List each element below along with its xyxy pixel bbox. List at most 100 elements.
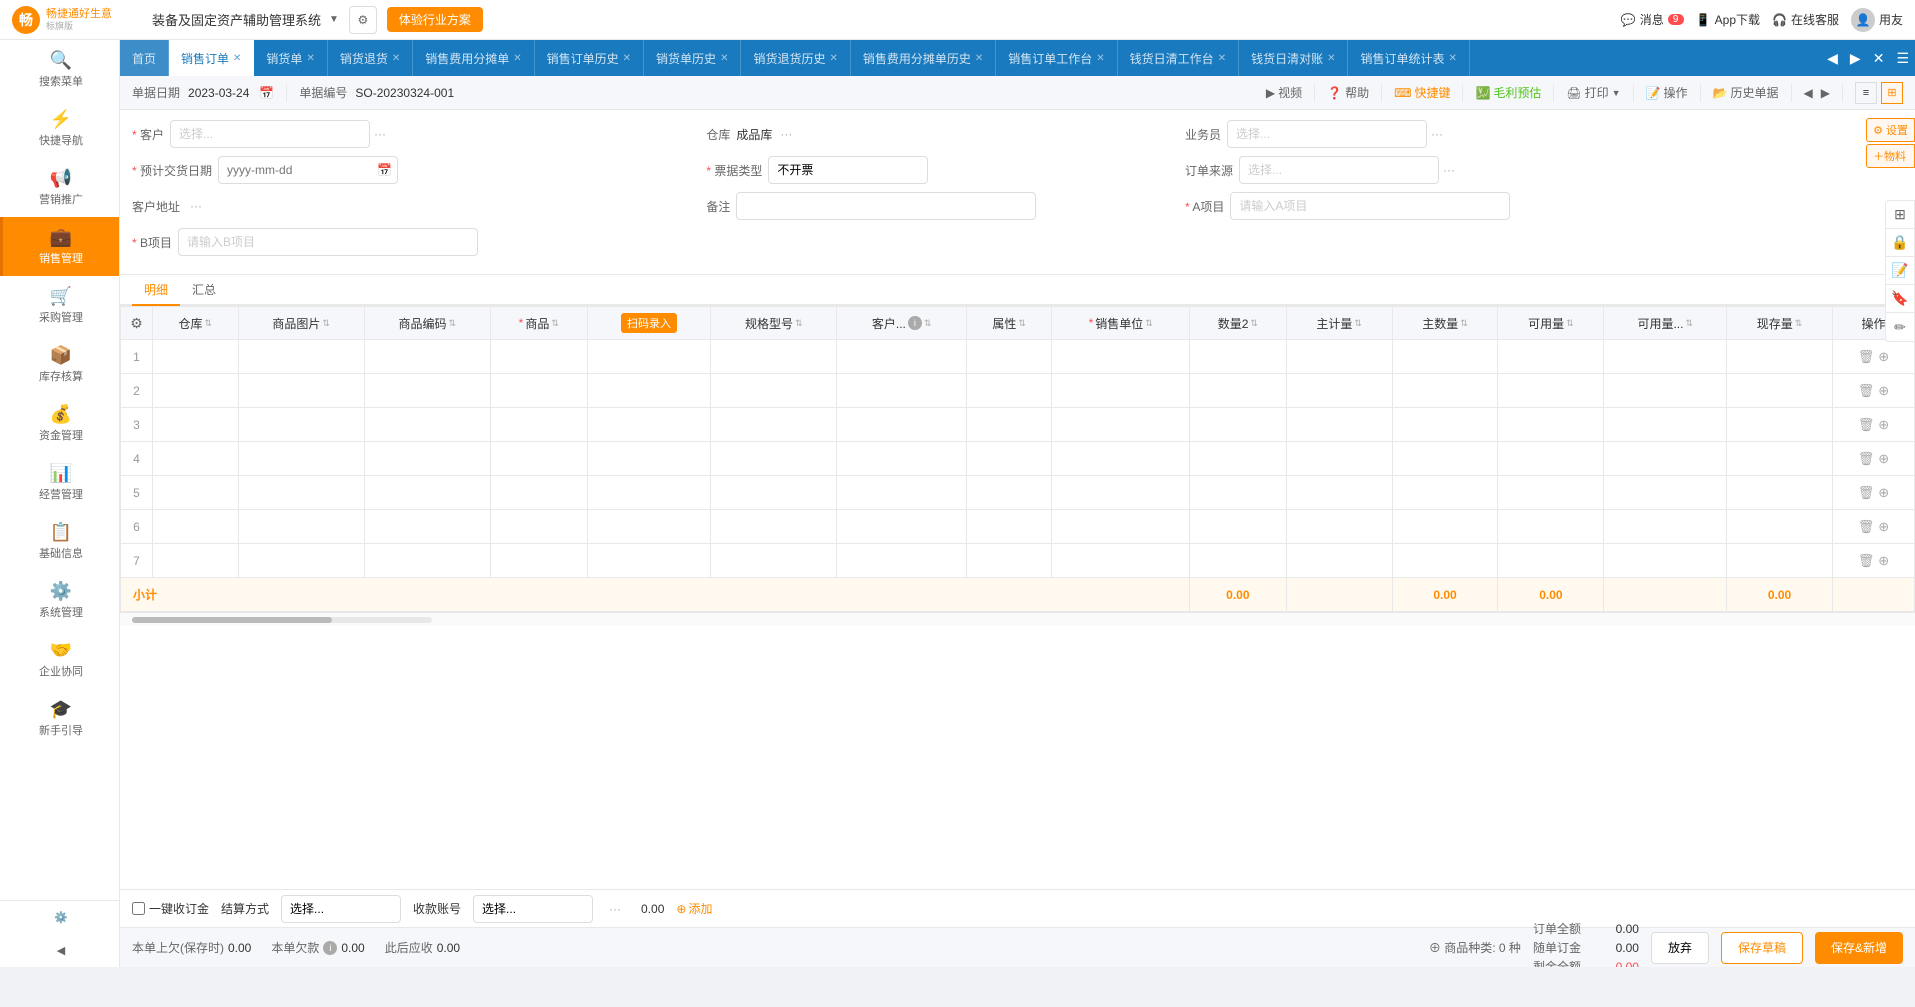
row-7-delete-icon[interactable]: 🗑 <box>1858 553 1875 569</box>
table-scrollbar[interactable] <box>120 612 1915 626</box>
message-btn[interactable]: 💬 消息 9 <box>1621 11 1684 28</box>
tab-close-sales-goods[interactable]: ✕ <box>306 53 314 64</box>
customer-input[interactable] <box>170 120 370 148</box>
save-new-btn[interactable]: 保存&新增 <box>1815 932 1903 964</box>
account-more-btn[interactable]: ··· <box>609 902 621 916</box>
settings-gear-btn[interactable]: ⚙ <box>349 6 377 34</box>
row-3-copy-icon[interactable]: ⊕ <box>1878 417 1889 433</box>
order-source-more-btn[interactable]: ··· <box>1443 163 1455 177</box>
system-dropdown[interactable]: ▼ <box>329 14 339 25</box>
shortcut-btn[interactable]: ⌨ 快捷键 <box>1394 84 1450 101</box>
salesperson-more-btn[interactable]: ··· <box>1431 127 1443 141</box>
tab-cash-workbench[interactable]: 钱货日清工作台 ✕ <box>1118 40 1239 76</box>
detail-tab-mingxi[interactable]: 明细 <box>132 275 180 306</box>
sidebar-item-sales[interactable]: 💼 销售管理 <box>0 217 119 276</box>
invoice-select[interactable]: 不开票 <box>768 156 928 184</box>
tab-close-cash-reconcile[interactable]: ✕ <box>1327 53 1335 64</box>
delivery-date-input[interactable] <box>218 156 398 184</box>
this-debt-info-icon[interactable]: i <box>323 941 337 955</box>
customer-more-btn[interactable]: ··· <box>374 127 386 141</box>
tab-prev-btn[interactable]: ◀ <box>1821 40 1844 76</box>
scan-btn[interactable]: 扫码录入 <box>621 313 677 333</box>
app-download-btn[interactable]: 📱 App下载 <box>1696 11 1760 28</box>
row-2-delete-icon[interactable]: 🗑 <box>1858 383 1875 399</box>
tab-menu-btn[interactable]: ☰ <box>1890 40 1915 76</box>
note-input[interactable] <box>736 192 1036 220</box>
right-icon-2[interactable]: 🔒 <box>1886 229 1914 257</box>
tab-order-workbench[interactable]: 销售订单工作台 ✕ <box>996 40 1117 76</box>
sidebar-item-finance[interactable]: 💰 资金管理 <box>0 394 119 453</box>
account-select[interactable]: 选择... <box>473 895 593 923</box>
row-4-delete-icon[interactable]: 🗑 <box>1858 451 1875 467</box>
video-btn[interactable]: ▶ 视频 <box>1266 84 1302 101</box>
view-list-btn[interactable]: ≡ <box>1855 82 1877 104</box>
a-project-input[interactable] <box>1230 192 1510 220</box>
tab-return-history[interactable]: 销货退货历史 ✕ <box>741 40 850 76</box>
detail-tab-huizong[interactable]: 汇总 <box>180 275 228 306</box>
sidebar-collapse-btn[interactable]: ◀ <box>0 934 119 967</box>
row-3-delete-icon[interactable]: 🗑 <box>1858 417 1875 433</box>
salesperson-input[interactable] <box>1227 120 1427 148</box>
tab-sales-goods[interactable]: 销货单 ✕ <box>254 40 327 76</box>
row-1-copy-icon[interactable]: ⊕ <box>1878 349 1889 365</box>
row-6-copy-icon[interactable]: ⊕ <box>1878 519 1889 535</box>
scrollbar-thumb[interactable] <box>132 617 332 623</box>
add-payment-btn[interactable]: ⊕ 添加 <box>676 900 712 917</box>
order-source-input[interactable] <box>1239 156 1439 184</box>
tab-close-order-workbench[interactable]: ✕ <box>1096 53 1104 64</box>
sidebar-item-enterprise[interactable]: 🤝 企业协同 <box>0 630 119 689</box>
payment-method-field[interactable]: 选择... <box>281 895 401 923</box>
row-2-copy-icon[interactable]: ⊕ <box>1878 383 1889 399</box>
operations-btn[interactable]: 📝 操作 <box>1646 84 1688 101</box>
user-btn[interactable]: 👤 用友 <box>1851 8 1903 32</box>
right-icon-1[interactable]: ⊞ <box>1886 201 1914 229</box>
tab-close-sales-expense[interactable]: ✕ <box>513 53 521 64</box>
tab-close-sales-order[interactable]: ✕ <box>233 53 241 64</box>
sidebar-item-marketing[interactable]: 📢 营销推广 <box>0 158 119 217</box>
tab-sales-order-history[interactable]: 销售订单历史 ✕ <box>535 40 644 76</box>
row-5-copy-icon[interactable]: ⊕ <box>1878 485 1889 501</box>
row-4-copy-icon[interactable]: ⊕ <box>1878 451 1889 467</box>
row-5-delete-icon[interactable]: 🗑 <box>1858 485 1875 501</box>
table-settings-icon[interactable]: ⚙ <box>130 315 143 331</box>
right-icon-4[interactable]: 🔖 <box>1886 285 1914 313</box>
solution-button[interactable]: 体验行业方案 <box>387 7 483 32</box>
prev-record-btn[interactable]: ◀ <box>1804 86 1813 100</box>
sidebar-item-basic[interactable]: 📋 基础信息 <box>0 512 119 571</box>
tab-order-stats[interactable]: 销售订单统计表 ✕ <box>1348 40 1469 76</box>
sidebar-item-search[interactable]: 🔍 搜索菜单 <box>0 40 119 99</box>
tab-cash-reconcile[interactable]: 钱货日清对账 ✕ <box>1239 40 1348 76</box>
right-icon-3[interactable]: 📝 <box>1886 257 1914 285</box>
warehouse-more-btn[interactable]: ··· <box>780 127 792 141</box>
right-icon-5[interactable]: ✏ <box>1886 313 1914 341</box>
sidebar-item-quicknav[interactable]: ⚡ 快捷导航 <box>0 99 119 158</box>
tab-close-all-btn[interactable]: ✕ <box>1867 40 1891 76</box>
help-btn[interactable]: ❓ 帮助 <box>1327 84 1369 101</box>
tab-sales-return[interactable]: 销货退货 ✕ <box>328 40 413 76</box>
scrollbar-track[interactable] <box>132 617 432 623</box>
setup-btn[interactable]: ⚙ 设置 <box>1866 118 1915 142</box>
tab-close-sales-order-history[interactable]: ✕ <box>623 53 631 64</box>
view-grid-btn[interactable]: ⊞ <box>1881 82 1903 104</box>
tab-sales-expense[interactable]: 销售费用分摊单 ✕ <box>413 40 534 76</box>
tab-next-btn[interactable]: ▶ <box>1844 40 1867 76</box>
sidebar-item-guide[interactable]: 🎓 新手引导 <box>0 689 119 748</box>
tab-expense-history[interactable]: 销售费用分摊单历史 ✕ <box>851 40 996 76</box>
quick-deposit-checkbox[interactable]: 一键收订金 <box>132 900 209 917</box>
row-7-copy-icon[interactable]: ⊕ <box>1878 553 1889 569</box>
tab-sales-order[interactable]: 销售订单 ✕ <box>169 40 254 76</box>
discard-btn[interactable]: 放弃 <box>1651 932 1709 964</box>
save-draft-btn[interactable]: 保存草稿 <box>1721 932 1803 964</box>
tab-home[interactable]: 首页 <box>120 40 169 76</box>
delivery-calendar-icon[interactable]: 📅 <box>377 163 392 177</box>
row-6-delete-icon[interactable]: 🗑 <box>1858 519 1875 535</box>
sidebar-item-operations[interactable]: 📊 经营管理 <box>0 453 119 512</box>
sidebar-item-system[interactable]: ⚙️ 系统管理 <box>0 571 119 630</box>
customer-addr-more-btn[interactable]: ··· <box>190 199 202 213</box>
tab-close-expense-history[interactable]: ✕ <box>975 53 983 64</box>
tab-close-sales-goods-history[interactable]: ✕ <box>720 53 728 64</box>
tab-close-order-stats[interactable]: ✕ <box>1449 53 1457 64</box>
profit-btn[interactable]: 💹 毛利预估 <box>1475 84 1541 101</box>
th-scan[interactable]: 扫码录入 <box>587 307 711 340</box>
date-picker-icon[interactable]: 📅 <box>259 86 274 100</box>
